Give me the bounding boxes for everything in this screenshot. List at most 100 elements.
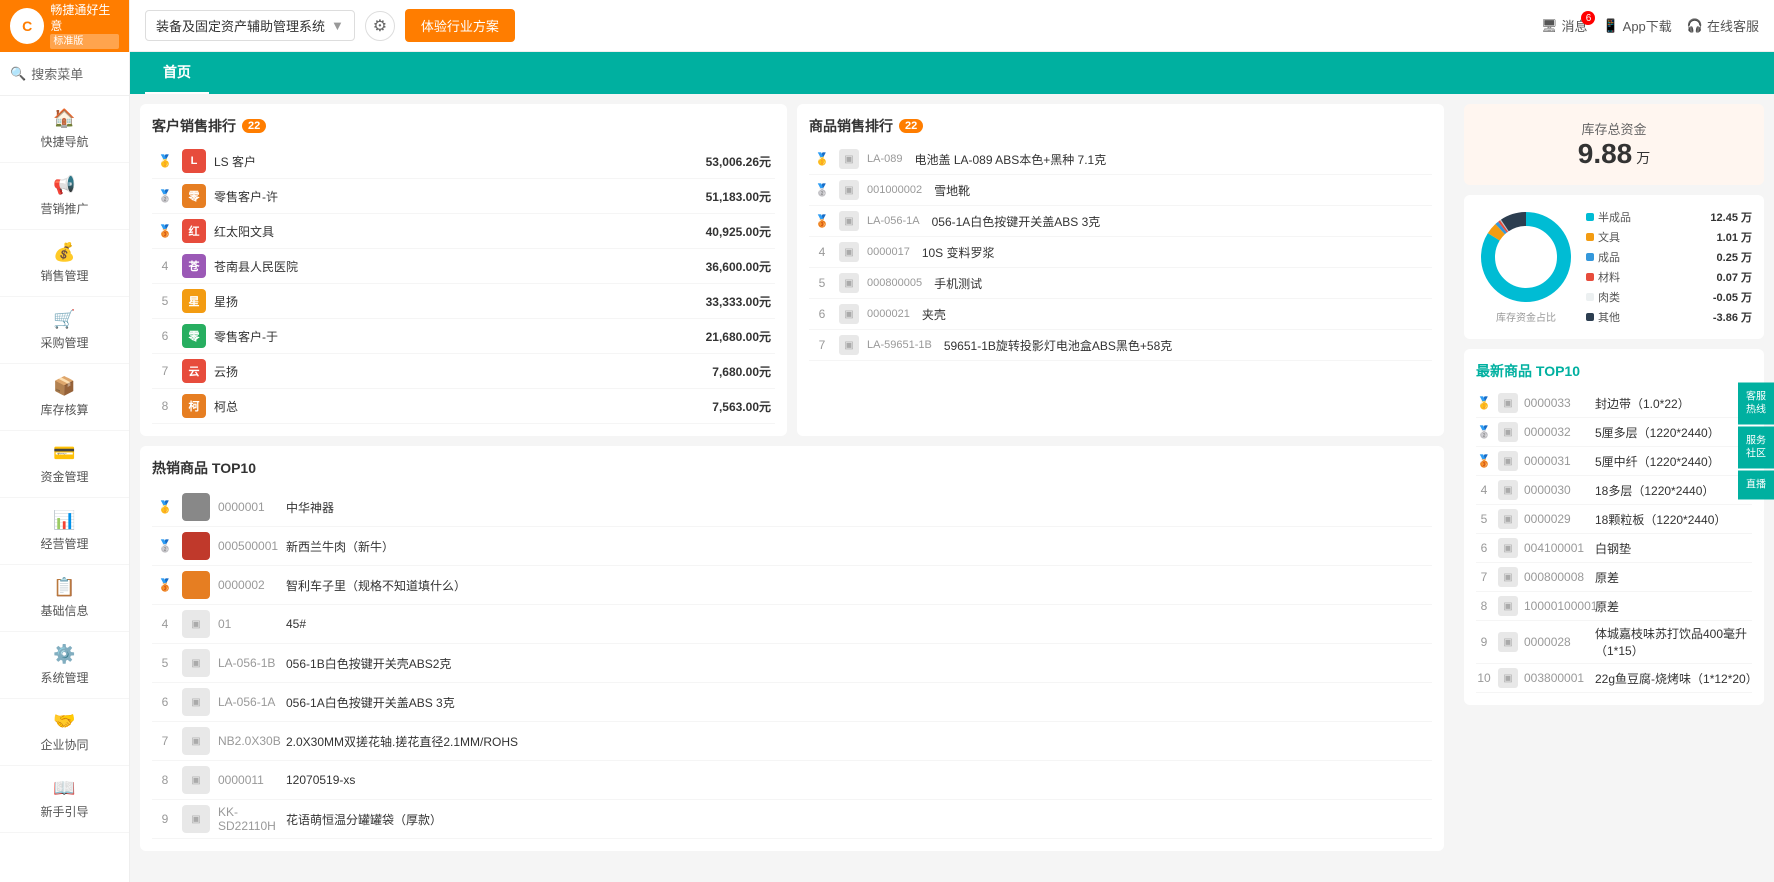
newest-products-panel: 最新商品 TOP10 🥇 ▣ 0000033 封边带（1.0*22） 🥈 ▣ 0… <box>1464 349 1764 705</box>
product-img: ▣ <box>839 273 859 293</box>
hot-rank: 9 <box>156 812 174 826</box>
marketing-icon: 📢 <box>53 175 75 196</box>
rank-number: 8 <box>156 399 174 413</box>
rank-number: 🥉 <box>813 214 831 228</box>
hot-product-row: 9 ▣ KK-SD22110H 花语萌恒温分罐罐袋（厚款） <box>152 800 1432 839</box>
newest-rank: 10 <box>1476 671 1492 685</box>
newest-rank: 🥉 <box>1476 454 1492 468</box>
sidebar-item-quick-nav[interactable]: 🏠 快捷导航 <box>0 96 129 163</box>
newest-product-name: 体城嘉枝味苏打饮品400毫升（1*15） <box>1595 625 1752 659</box>
newest-product-img: ▣ <box>1498 567 1518 587</box>
settings-button[interactable]: ⚙ <box>365 11 395 41</box>
product-code: LA-59651-1B <box>867 339 932 351</box>
sales-icon: 💰 <box>53 242 75 263</box>
sidebar-item-guide[interactable]: 📖 新手引导 <box>0 766 129 833</box>
rank-number: 🥉 <box>156 224 174 238</box>
legend-item: 半成品 12.45 万 <box>1586 207 1752 227</box>
system-selector[interactable]: 装备及固定资产辅助管理系统 ▼ <box>145 10 355 41</box>
hot-rank: 6 <box>156 695 174 709</box>
customer-row: 6 零 零售客户-于 21,680.00元 <box>152 319 775 354</box>
float-btn-community[interactable]: 服务社区 <box>1738 427 1774 469</box>
purchase-icon: 🛒 <box>53 309 75 330</box>
newest-product-name: 封边带（1.0*22） <box>1595 395 1752 412</box>
message-button[interactable]: 🖥 消息 6 <box>1541 16 1588 35</box>
rank-amount: 33,333.00元 <box>706 293 771 310</box>
guide-icon: 📖 <box>53 778 75 799</box>
sidebar-item-system[interactable]: ⚙️ 系统管理 <box>0 632 129 699</box>
hot-product-row: 🥇 0000001 中华神器 <box>152 488 1432 527</box>
product-row: 4 ▣ 0000017 10S 变料罗浆 <box>809 237 1432 268</box>
app-download-button[interactable]: 📱 App下载 <box>1602 16 1671 35</box>
sidebar-item-basic-info[interactable]: 📋 基础信息 <box>0 565 129 632</box>
rank-name: 云扬 <box>214 363 704 380</box>
hot-product-name: 中华神器 <box>286 499 1428 516</box>
trial-button[interactable]: 体验行业方案 <box>405 9 515 42</box>
hot-product-img: ▣ <box>182 688 210 716</box>
hot-products-title: 热销商品 TOP10 <box>152 458 1432 478</box>
hot-product-img <box>182 532 210 560</box>
inventory-icon: 📦 <box>53 376 75 397</box>
legend-name: 成品 <box>1598 249 1713 265</box>
rank-amount: 7,680.00元 <box>712 363 771 380</box>
hot-product-img <box>182 493 210 521</box>
logo-icon: C <box>10 8 44 44</box>
legend-dot <box>1586 233 1594 241</box>
rank-avatar: L <box>182 149 206 173</box>
hot-product-name: 新西兰牛肉（新牛） <box>286 538 1428 555</box>
legend-value: -0.05 万 <box>1713 289 1752 305</box>
product-row: 5 ▣ 000800005 手机测试 <box>809 268 1432 299</box>
float-btn-service[interactable]: 客服热线 <box>1738 383 1774 425</box>
search-menu-btn[interactable]: 🔍 搜索菜单 <box>10 60 119 87</box>
hot-product-code: 0000011 <box>218 773 278 787</box>
hot-product-row: 8 ▣ 0000011 12070519-xs <box>152 761 1432 800</box>
customer-row: 🥈 零 零售客户-许 51,183.00元 <box>152 179 775 214</box>
sidebar-search[interactable]: 🔍 搜索菜单 <box>0 52 129 96</box>
sidebar-item-inventory[interactable]: 📦 库存核算 <box>0 364 129 431</box>
hot-product-row: 4 ▣ 01 45# <box>152 605 1432 644</box>
customer-ranking-panel: 客户销售排行 22 🥇 L LS 客户 53,006.26元 🥈 零 零售客户-… <box>140 104 787 436</box>
hot-rank: 8 <box>156 773 174 787</box>
rank-number: 5 <box>156 294 174 308</box>
online-service-button[interactable]: 🎧 在线客服 <box>1687 16 1759 35</box>
hot-rank: 🥉 <box>156 578 174 592</box>
hot-product-img: ▣ <box>182 649 210 677</box>
hot-product-code: LA-056-1A <box>218 695 278 709</box>
product-row: 🥇 ▣ LA-089 电池盖 LA-089 ABS本色+黑种 7.1克 <box>809 144 1432 175</box>
newest-product-name: 18颗粒板（1220*2440） <box>1595 511 1752 528</box>
legend-name: 其他 <box>1598 309 1709 325</box>
newest-product-code: 0000029 <box>1524 512 1589 526</box>
sidebar-item-operations[interactable]: 📊 经营管理 <box>0 498 129 565</box>
sidebar-item-purchase[interactable]: 🛒 采购管理 <box>0 297 129 364</box>
rank-amount: 21,680.00元 <box>706 328 771 345</box>
home-icon: 🏠 <box>53 108 75 129</box>
tab-home[interactable]: 首页 <box>145 52 209 94</box>
sidebar-item-sales[interactable]: 💰 销售管理 <box>0 230 129 297</box>
newest-product-name: 5厘多层（1220*2440） <box>1595 424 1752 441</box>
hot-product-code: 0000001 <box>218 500 278 514</box>
product-ranking-title: 商品销售排行 22 <box>809 116 1432 136</box>
newest-product-img: ▣ <box>1498 596 1518 616</box>
legend-value: 0.07 万 <box>1717 269 1752 285</box>
customer-row: 7 云 云扬 7,680.00元 <box>152 354 775 389</box>
sidebar-item-marketing[interactable]: 📢 营销推广 <box>0 163 129 230</box>
sidebar-item-finance[interactable]: 💳 资金管理 <box>0 431 129 498</box>
float-btn-live[interactable]: 直播 <box>1738 471 1774 500</box>
newest-product-img: ▣ <box>1498 668 1518 688</box>
topbar: 装备及固定资产辅助管理系统 ▼ ⚙ 体验行业方案 🖥 消息 6 📱 App下载 … <box>130 0 1774 52</box>
hot-rank: 4 <box>156 617 174 631</box>
product-code: 0000021 <box>867 308 910 320</box>
basic-info-icon: 📋 <box>53 577 75 598</box>
rank-number: 🥈 <box>156 189 174 203</box>
headset-icon: 🎧 <box>1687 18 1703 34</box>
rank-avatar: 零 <box>182 324 206 348</box>
sidebar-item-enterprise[interactable]: 🤝 企业协同 <box>0 699 129 766</box>
newest-rank: 9 <box>1476 635 1492 649</box>
product-name: 10S 变料罗浆 <box>922 244 1428 261</box>
rank-amount: 53,006.26元 <box>706 153 771 170</box>
legend-name: 肉类 <box>1598 289 1709 305</box>
legend-dot <box>1586 273 1594 281</box>
rank-avatar: 苍 <box>182 254 206 278</box>
sidebar: C 畅捷通好生意 标准版 🔍 搜索菜单 🏠 快捷导航 📢 营销推广 💰 销售管理… <box>0 0 130 882</box>
legend-item: 材料 0.07 万 <box>1586 267 1752 287</box>
system-name: 装备及固定资产辅助管理系统 <box>156 16 325 35</box>
